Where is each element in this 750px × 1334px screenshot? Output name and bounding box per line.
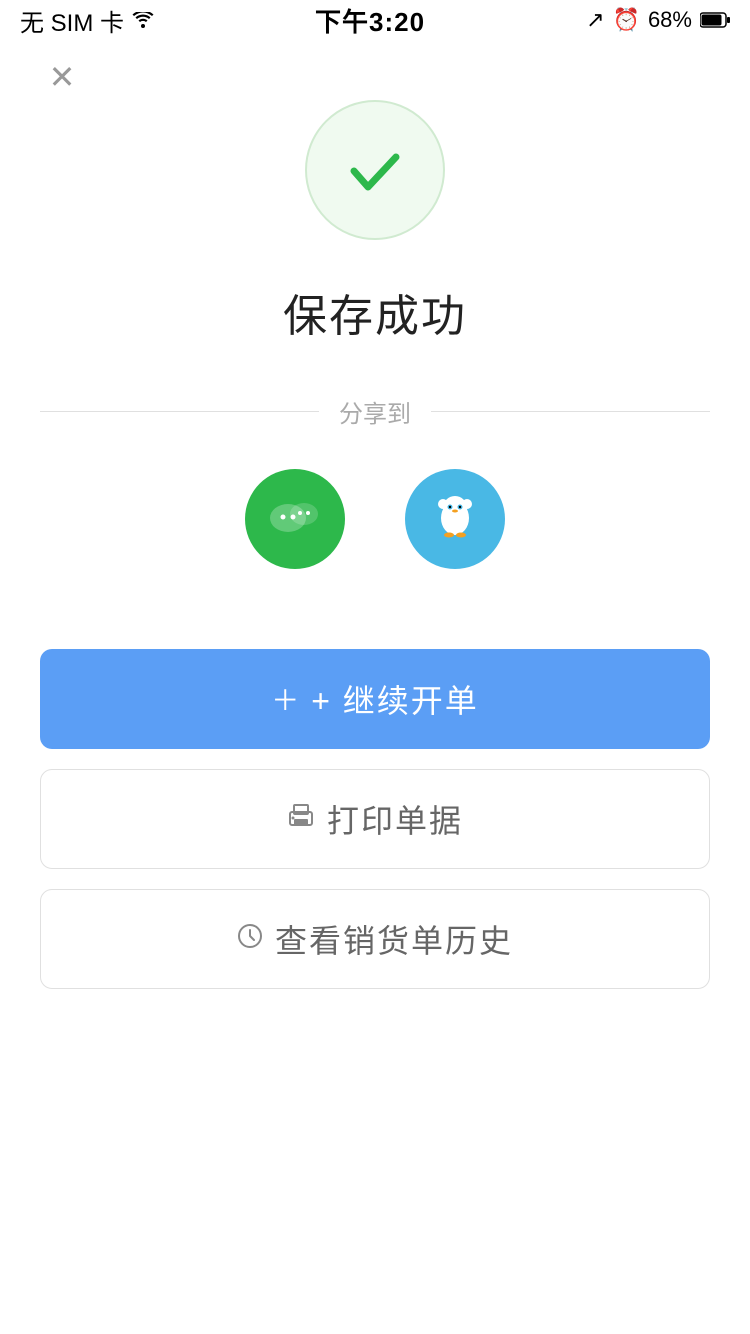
print-button[interactable]: 打印单据: [40, 769, 710, 869]
print-icon: [287, 803, 315, 836]
qq-icon: [426, 490, 484, 548]
plus-icon: ＋: [271, 679, 299, 719]
print-label: 打印单据: [327, 796, 463, 842]
checkmark-icon: [340, 135, 410, 205]
share-section: 分享到: [0, 394, 750, 619]
share-label: 分享到: [339, 394, 411, 429]
success-icon-circle: [305, 100, 445, 240]
action-buttons: ＋ + 继续开单 打印单据 查看销货单历史: [0, 649, 750, 989]
wechat-share-button[interactable]: [245, 469, 345, 569]
battery-icon: [700, 12, 730, 28]
divider-right: [431, 411, 710, 412]
status-right: ↗ ⏰ 68%: [586, 7, 730, 33]
main-content: 保存成功 分享到: [0, 40, 750, 989]
close-button[interactable]: ✕: [40, 55, 84, 99]
wechat-icon: [266, 490, 324, 548]
continue-order-button[interactable]: ＋ + 继续开单: [40, 649, 710, 749]
history-label: 查看销货单历史: [275, 916, 513, 962]
qq-share-button[interactable]: [405, 469, 505, 569]
share-icons-row: [40, 469, 710, 569]
battery-percent: 68%: [648, 7, 692, 33]
close-icon: ✕: [49, 61, 76, 93]
share-divider: 分享到: [40, 394, 710, 429]
status-left: 无 SIM 卡: [20, 3, 154, 38]
history-button[interactable]: 查看销货单历史: [40, 889, 710, 989]
wifi-icon: [132, 12, 154, 28]
sim-status: 无 SIM 卡: [20, 3, 124, 38]
status-bar: 无 SIM 卡 下午3:20 ↗ ⏰ 68%: [0, 0, 750, 40]
success-title: 保存成功: [283, 280, 467, 344]
continue-order-label: + 继续开单: [311, 676, 479, 722]
divider-left: [40, 411, 319, 412]
history-icon: [237, 923, 263, 956]
alarm-icon: ⏰: [613, 7, 640, 33]
status-time: 下午3:20: [315, 2, 425, 39]
location-icon: ↗: [586, 7, 604, 33]
